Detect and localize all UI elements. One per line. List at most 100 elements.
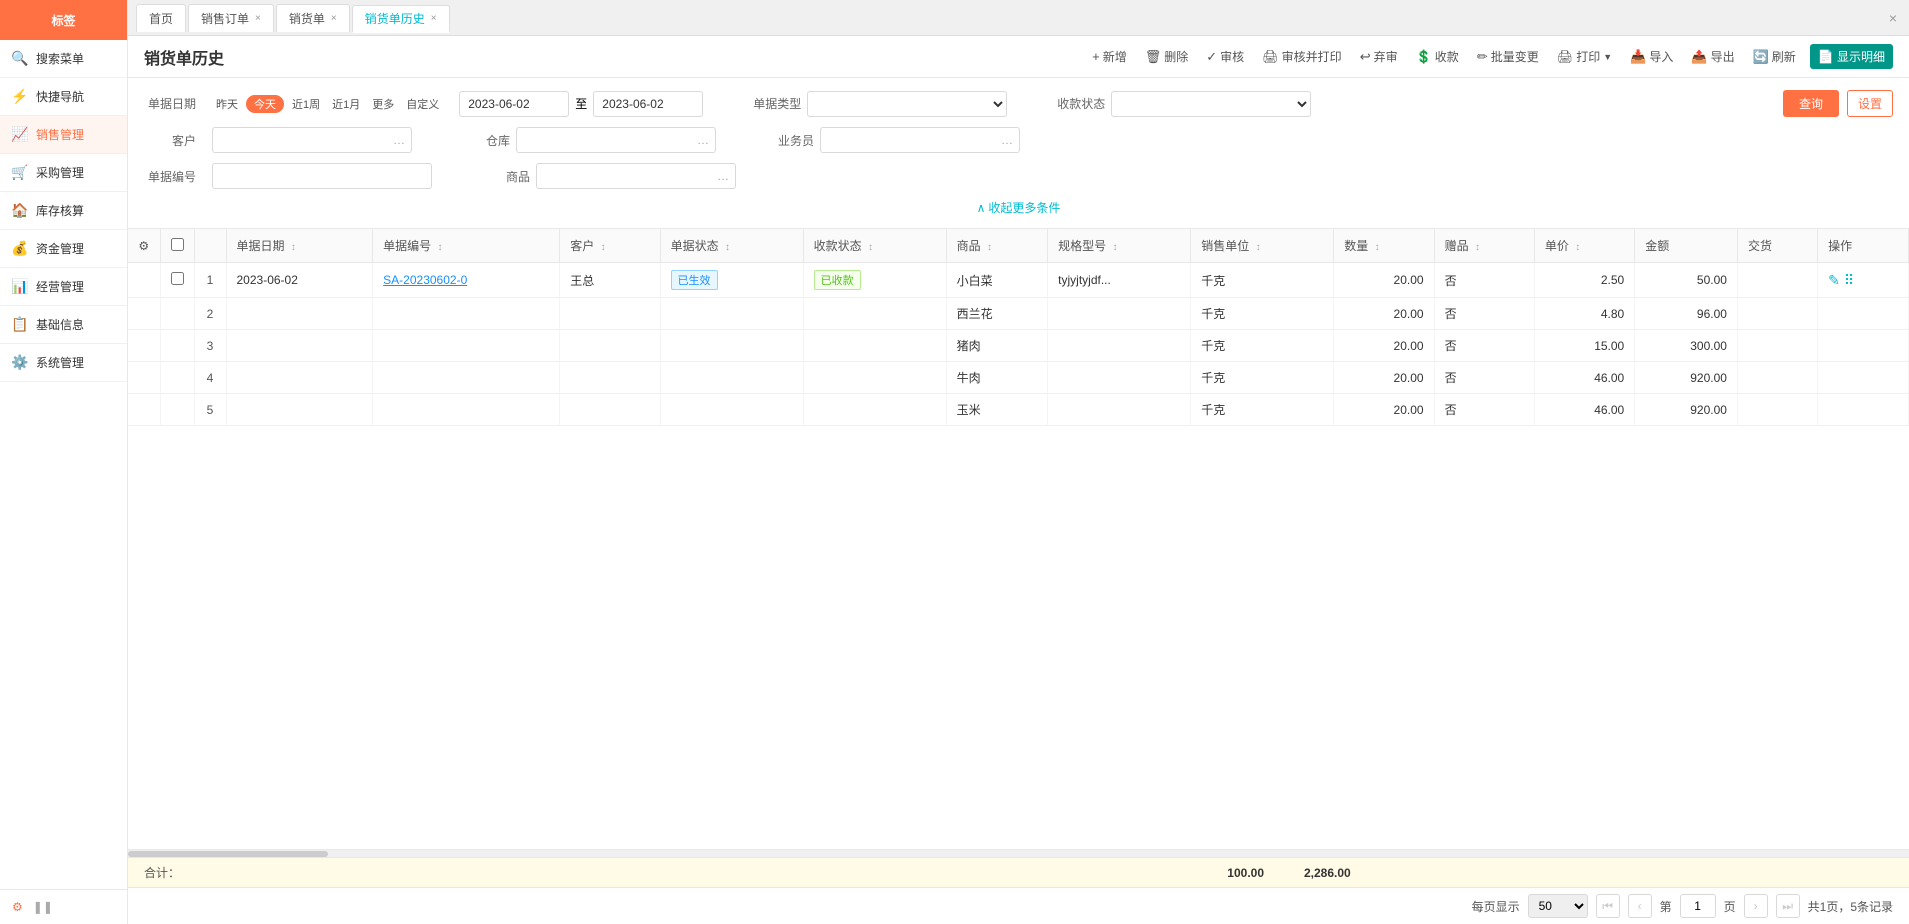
- edit-icon[interactable]: ✎: [1828, 272, 1840, 288]
- col-unit-price[interactable]: 单价 ↕: [1534, 229, 1634, 263]
- select-all-checkbox[interactable]: [171, 238, 184, 251]
- more-icon[interactable]: ⠿: [1844, 272, 1854, 288]
- tab-home[interactable]: 首页: [136, 4, 186, 32]
- warehouse-ellipsis[interactable]: …: [697, 133, 709, 147]
- sidebar-item-inventory[interactable]: 🏠 库存核算: [0, 192, 127, 230]
- sidebar-item-quick-nav[interactable]: ⚡ 快捷导航: [0, 78, 127, 116]
- date-shortcut-more[interactable]: 更多: [368, 95, 398, 113]
- delete-button[interactable]: 🗑 删除: [1141, 46, 1193, 67]
- row-checkbox-cell[interactable]: [160, 362, 194, 394]
- audit-button[interactable]: ✓ 审核: [1202, 46, 1248, 67]
- doc-type-select[interactable]: [807, 91, 1007, 117]
- bar-chart-icon: 📊: [12, 279, 28, 295]
- sort-gift-icon[interactable]: ↕: [1475, 242, 1480, 253]
- sort-goods-icon[interactable]: ↕: [987, 242, 992, 253]
- col-customer[interactable]: 客户 ↕: [560, 229, 660, 263]
- date-start-input[interactable]: [459, 91, 569, 117]
- query-button[interactable]: 查询: [1783, 90, 1839, 117]
- row-gift: 否: [1434, 298, 1534, 330]
- goods-ellipsis[interactable]: …: [717, 169, 729, 183]
- sort-doc-no-icon[interactable]: ↕: [438, 242, 443, 253]
- sort-unit-price-icon[interactable]: ↕: [1575, 242, 1580, 253]
- print-button[interactable]: 🖨 打印 ▼: [1553, 46, 1616, 67]
- date-shortcut-last7[interactable]: 近1周: [288, 95, 324, 113]
- date-shortcut-yesterday[interactable]: 昨天: [212, 95, 242, 113]
- sidebar-item-sys-mgmt[interactable]: ⚙️ 系统管理: [0, 344, 127, 382]
- col-doc-no[interactable]: 单据编号 ↕: [373, 229, 560, 263]
- horizontal-scrollbar[interactable]: [128, 849, 1909, 857]
- sidebar-item-sales-mgmt[interactable]: 📈 销售管理: [0, 116, 127, 154]
- collapse-sidebar-icon[interactable]: ❚❚: [33, 900, 53, 914]
- collect-button[interactable]: 💲 收款: [1412, 46, 1463, 67]
- tab-sales-delivery[interactable]: 销货单 ×: [276, 4, 350, 32]
- sidebar-item-basic-info[interactable]: 📋 基础信息: [0, 306, 127, 344]
- date-end-input[interactable]: [593, 91, 703, 117]
- sort-sales-unit-icon[interactable]: ↕: [1256, 242, 1261, 253]
- tab-sales-delivery-close[interactable]: ×: [331, 13, 337, 24]
- col-payment-status[interactable]: 收款状态 ↕: [803, 229, 946, 263]
- doc-no-input[interactable]: [212, 163, 432, 189]
- sort-customer-icon[interactable]: ↕: [601, 242, 606, 253]
- col-goods[interactable]: 商品 ↕: [946, 229, 1048, 263]
- sidebar-item-purchase-mgmt[interactable]: 🛒 采购管理: [0, 154, 127, 192]
- col-amount[interactable]: 金额: [1635, 229, 1738, 263]
- row-customer: [560, 394, 660, 426]
- col-gear[interactable]: ⚙: [128, 229, 160, 263]
- tab-sales-history-close[interactable]: ×: [431, 13, 437, 24]
- date-shortcut-today[interactable]: 今天: [246, 95, 284, 113]
- export-button[interactable]: 📤 导出: [1687, 46, 1738, 67]
- col-sales-unit[interactable]: 销售单位 ↕: [1191, 229, 1334, 263]
- payment-status-select[interactable]: [1111, 91, 1311, 117]
- page-next-button[interactable]: ›: [1744, 894, 1768, 918]
- page-first-button[interactable]: ⏮: [1596, 894, 1620, 918]
- row-unit-price: 2.50: [1534, 263, 1634, 298]
- refresh-button[interactable]: 🔄 刷新: [1749, 46, 1800, 67]
- per-page-select[interactable]: 50 100: [1528, 894, 1588, 918]
- sort-qty-icon[interactable]: ↕: [1375, 242, 1380, 253]
- staff-ellipsis[interactable]: …: [1001, 133, 1013, 147]
- page-prev-button[interactable]: ‹: [1628, 894, 1652, 918]
- import-button[interactable]: 📥 导入: [1626, 46, 1677, 67]
- row-checkbox-cell[interactable]: [160, 263, 194, 298]
- warehouse-input[interactable]: [523, 133, 693, 147]
- show-detail-button[interactable]: 📄 显示明细: [1810, 44, 1893, 69]
- row-transaction: [1737, 330, 1817, 362]
- sort-spec-icon[interactable]: ↕: [1113, 242, 1118, 253]
- customer-ellipsis[interactable]: …: [393, 133, 405, 147]
- tab-sales-order-close[interactable]: ×: [255, 13, 261, 24]
- col-spec[interactable]: 规格型号 ↕: [1048, 229, 1191, 263]
- row-checkbox-cell[interactable]: [160, 394, 194, 426]
- settings-bottom-icon[interactable]: ⚙: [12, 900, 23, 914]
- col-doc-date[interactable]: 单据日期 ↕: [226, 229, 373, 263]
- sort-doc-date-icon[interactable]: ↕: [291, 242, 296, 253]
- tab-sales-history[interactable]: 销货单历史 ×: [352, 5, 450, 33]
- goods-input[interactable]: [543, 169, 713, 183]
- col-doc-status[interactable]: 单据状态 ↕: [660, 229, 803, 263]
- col-qty[interactable]: 数量 ↕: [1334, 229, 1434, 263]
- window-close-button[interactable]: ×: [1885, 10, 1901, 26]
- sort-doc-status-icon[interactable]: ↕: [725, 242, 730, 253]
- date-shortcut-last1m[interactable]: 近1月: [328, 95, 364, 113]
- settings-button[interactable]: 设置: [1847, 90, 1893, 117]
- customer-input[interactable]: [219, 133, 389, 147]
- add-button[interactable]: + 新增: [1088, 46, 1131, 67]
- page-number-input[interactable]: [1680, 894, 1716, 918]
- collapse-button[interactable]: ∧ 收起更多条件: [144, 199, 1893, 216]
- sidebar-item-search-menu[interactable]: 🔍 搜索菜单: [0, 40, 127, 78]
- table-row: 4 牛肉 千克 20.00 否 46.00 920.00: [128, 362, 1909, 394]
- sidebar-item-operations[interactable]: 📊 经营管理: [0, 268, 127, 306]
- col-gift[interactable]: 赠品 ↕: [1434, 229, 1534, 263]
- row-checkbox[interactable]: [171, 272, 184, 285]
- page-last-button[interactable]: ⏭: [1776, 894, 1800, 918]
- batch-change-button[interactable]: ✏ 批量变更: [1473, 46, 1543, 67]
- row-checkbox-cell[interactable]: [160, 298, 194, 330]
- date-shortcut-custom[interactable]: 自定义: [402, 95, 443, 113]
- sidebar-item-finance[interactable]: 💰 资金管理: [0, 230, 127, 268]
- discard-button[interactable]: ↩ 弃审: [1356, 46, 1402, 67]
- staff-input[interactable]: [827, 133, 997, 147]
- row-checkbox-cell[interactable]: [160, 330, 194, 362]
- doc-no-link[interactable]: SA-20230602-0: [383, 273, 467, 287]
- audit-print-button[interactable]: 🖨 审核并打印: [1258, 46, 1346, 67]
- tab-sales-order[interactable]: 销售订单 ×: [188, 4, 274, 32]
- sort-payment-status-icon[interactable]: ↕: [868, 242, 873, 253]
